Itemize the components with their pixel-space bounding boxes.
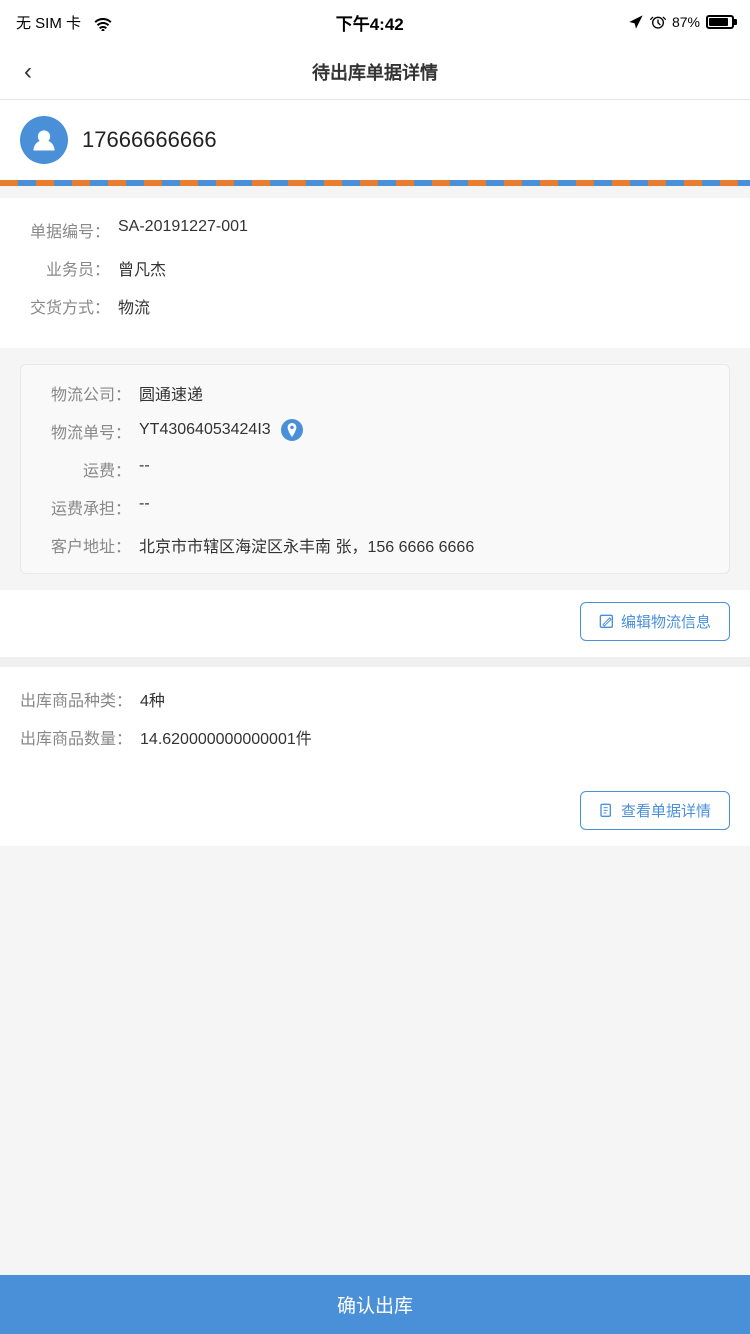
location-icon[interactable]: [281, 419, 303, 441]
logistics-tracking-value: YT43064053424I3: [139, 419, 709, 441]
order-number-row: 单据编号： SA-20191227-001: [20, 218, 730, 242]
status-bar: 无 SIM 卡 下午4:42 87%: [0, 0, 750, 44]
product-quantity-value: 14.620000000000001件: [140, 725, 730, 749]
location-arrow-icon: [628, 14, 644, 30]
logistics-address-value: 北京市市辖区海淀区永丰南 张，156 6666 6666: [139, 533, 709, 557]
status-left: 无 SIM 卡: [16, 12, 112, 33]
logistics-address-row: 客户地址： 北京市市辖区海淀区永丰南 张，156 6666 6666: [41, 533, 709, 557]
logistics-tracking-row: 物流单号： YT43064053424I3: [41, 419, 709, 443]
edit-logistics-area: 编辑物流信息: [0, 590, 750, 657]
order-number-label: 单据编号：: [20, 218, 110, 242]
bottom-spacer: [0, 846, 750, 926]
confirm-button-area[interactable]: 确认出库: [0, 1275, 750, 1334]
view-details-label: 查看单据详情: [621, 800, 711, 821]
logistics-address-label: 客户地址：: [41, 533, 131, 557]
edit-logistics-label: 编辑物流信息: [621, 611, 711, 632]
logistics-freight-bear-row: 运费承担： --: [41, 495, 709, 519]
page-title: 待出库单据详情: [312, 59, 438, 85]
map-pin-icon: [286, 423, 298, 437]
order-number-value: SA-20191227-001: [118, 218, 730, 236]
logistics-freight-bear-value: --: [139, 495, 709, 513]
user-phone: 17666666666: [82, 127, 217, 153]
wifi-icon: [94, 17, 112, 31]
status-right: 87%: [628, 14, 734, 30]
edit-icon: [599, 614, 615, 630]
product-quantity-label: 出库商品数量：: [20, 725, 132, 749]
avatar: [20, 116, 68, 164]
logistics-freight-row: 运费： --: [41, 457, 709, 481]
battery-icon: [706, 15, 734, 29]
delivery-value: 物流: [118, 294, 730, 318]
back-button[interactable]: ‹: [16, 50, 40, 94]
agent-value: 曾凡杰: [118, 256, 730, 280]
edit-logistics-button[interactable]: 编辑物流信息: [580, 602, 730, 641]
logistics-freight-bear-label: 运费承担：: [41, 495, 131, 519]
logistics-company-label: 物流公司：: [41, 381, 131, 405]
order-info-section: 单据编号： SA-20191227-001 业务员： 曾凡杰 交货方式： 物流: [0, 198, 750, 348]
section-separator-1: [0, 657, 750, 667]
product-section: 出库商品种类： 4种 出库商品数量： 14.620000000000001件: [0, 667, 750, 779]
view-details-button[interactable]: 查看单据详情: [580, 791, 730, 830]
document-icon: [599, 803, 615, 819]
product-type-label: 出库商品种类：: [20, 687, 132, 711]
delivery-row: 交货方式： 物流: [20, 294, 730, 318]
alarm-icon: [650, 14, 666, 30]
logistics-tracking-label: 物流单号：: [41, 419, 131, 443]
logistics-card: 物流公司： 圆通速递 物流单号： YT43064053424I3 运费： -- …: [20, 364, 730, 574]
product-type-value: 4种: [140, 687, 730, 711]
agent-row: 业务员： 曾凡杰: [20, 256, 730, 280]
logistics-freight-value: --: [139, 457, 709, 475]
status-time: 下午4:42: [336, 10, 404, 35]
logistics-company-value: 圆通速递: [139, 381, 709, 405]
logistics-company-row: 物流公司： 圆通速递: [41, 381, 709, 405]
nav-bar: ‹ 待出库单据详情: [0, 44, 750, 100]
view-details-area: 查看单据详情: [0, 779, 750, 846]
confirm-button-label: 确认出库: [337, 1296, 413, 1317]
user-avatar-icon: [30, 126, 58, 154]
agent-label: 业务员：: [20, 256, 110, 280]
tracking-number: YT43064053424I3: [139, 421, 271, 439]
logistics-freight-label: 运费：: [41, 457, 131, 481]
battery-percent: 87%: [672, 14, 700, 30]
delivery-label: 交货方式：: [20, 294, 110, 318]
product-type-row: 出库商品种类： 4种: [20, 687, 730, 711]
product-quantity-row: 出库商品数量： 14.620000000000001件: [20, 725, 730, 749]
dashed-separator: [0, 180, 750, 186]
user-header: 17666666666: [0, 100, 750, 180]
